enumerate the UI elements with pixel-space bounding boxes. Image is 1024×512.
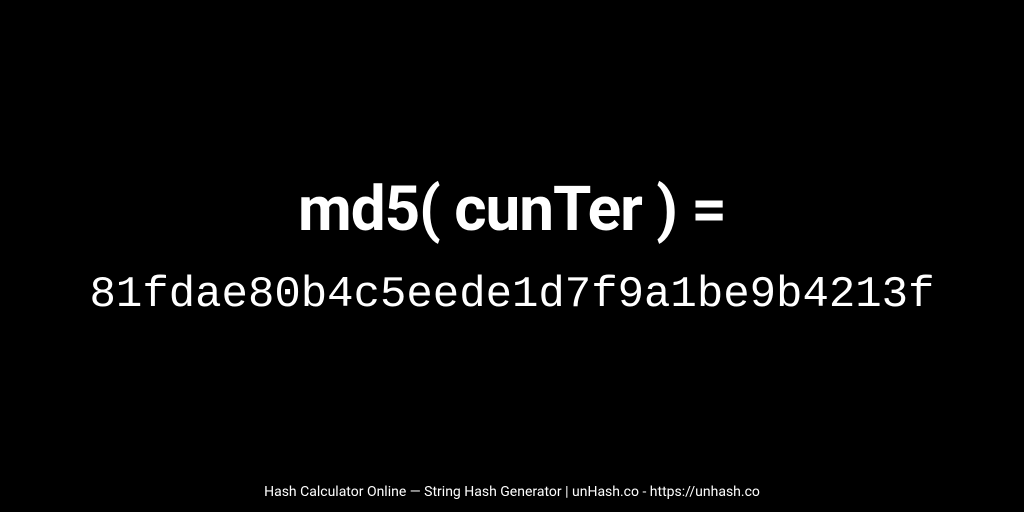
- hash-result-panel: md5( cunTer ) = 81fdae80b4c5eede1d7f9a1b…: [90, 173, 935, 320]
- footer-attribution: Hash Calculator Online — String Hash Gen…: [0, 484, 1024, 500]
- hash-value: 81fdae80b4c5eede1d7f9a1be9b4213f: [90, 270, 935, 320]
- hash-expression: md5( cunTer ) =: [298, 173, 726, 246]
